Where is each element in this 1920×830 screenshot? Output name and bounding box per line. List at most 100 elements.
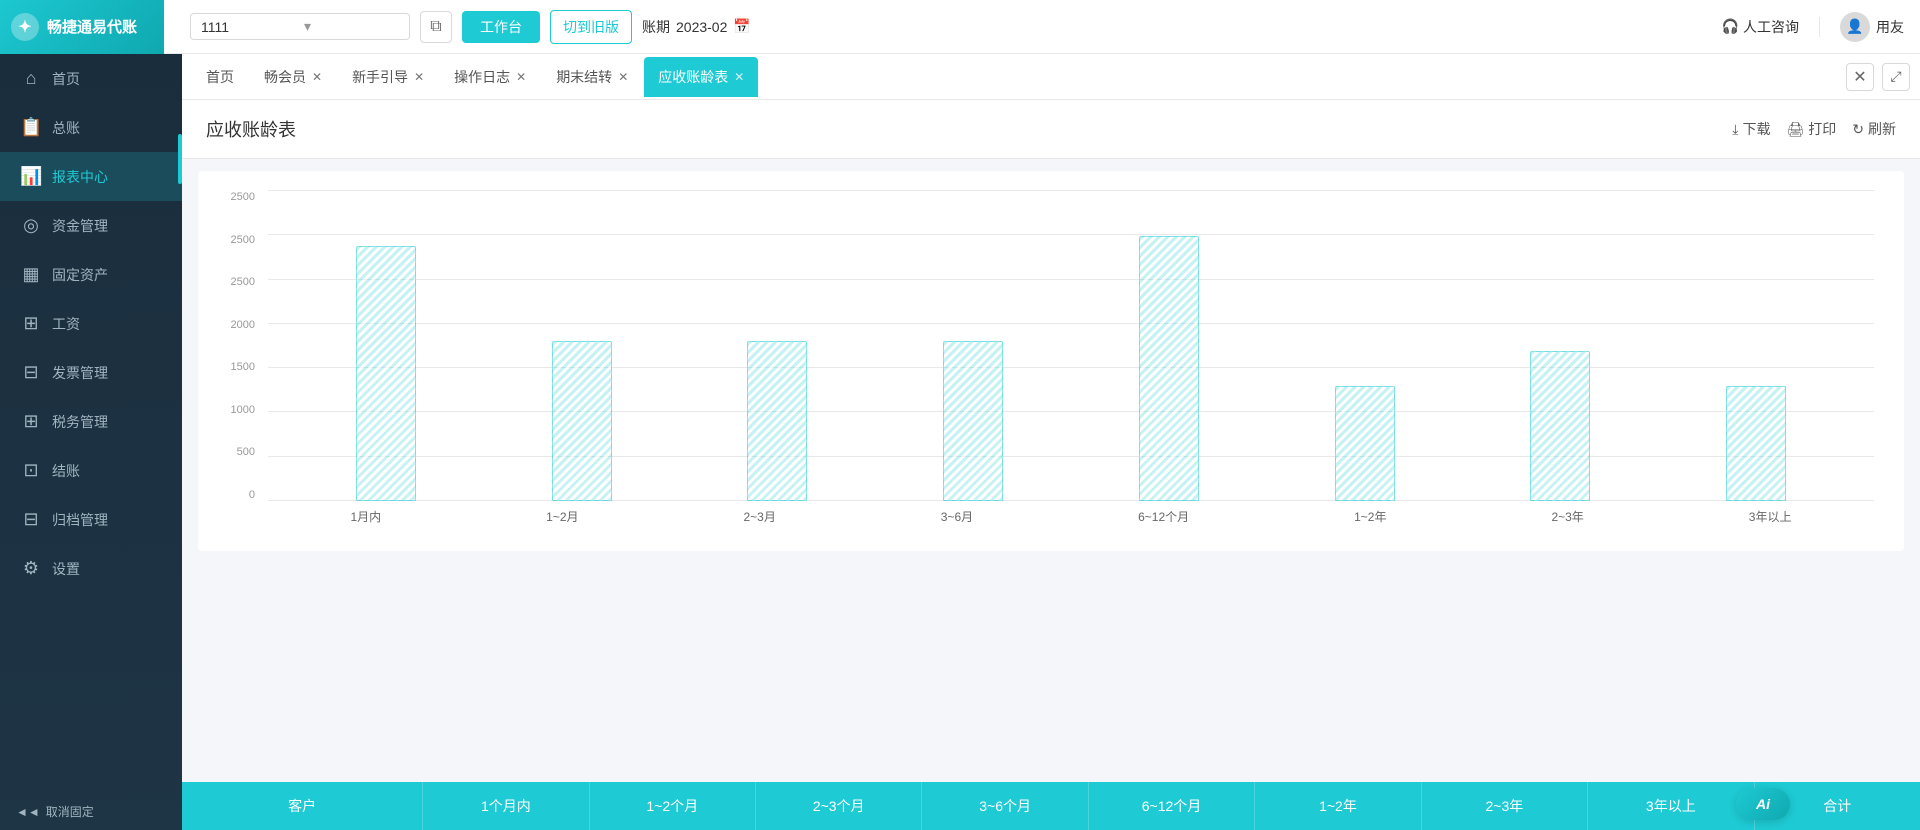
tab-label: 畅会员 — [264, 67, 306, 87]
tab-oplog[interactable]: 操作日志 ✕ — [440, 57, 540, 97]
logo-icon: ✦ — [11, 13, 39, 41]
page-title: 应收账龄表 — [206, 116, 296, 142]
x-label-3yplus: 3年以上 — [1749, 508, 1792, 525]
assets-icon: ▦ — [20, 264, 42, 285]
y-label-500: 500 — [237, 446, 255, 458]
bar-3-6m — [943, 341, 1003, 501]
th-3yplus: 3年以上 — [1588, 782, 1754, 830]
funds-icon: ◎ — [20, 215, 42, 236]
chart-wrapper: 0 500 1000 1500 2000 2500 2500 2500 — [218, 191, 1884, 531]
sidebar: ⌂ 首页 📋 总账 📊 报表中心 ◎ 资金管理 ▦ 固定资产 ⊞ 工资 — [0, 54, 182, 830]
tab-member[interactable]: 畅会员 ✕ — [250, 57, 336, 97]
y-label-1500: 1500 — [231, 361, 255, 373]
bar-group-3-6m — [943, 341, 1003, 501]
tab-guide[interactable]: 新手引导 ✕ — [338, 57, 438, 97]
sidebar-item-label: 设置 — [52, 559, 80, 579]
bars-area — [268, 191, 1874, 501]
chart-main — [268, 191, 1874, 501]
tabs-right: ✕ ⤢ — [1846, 63, 1910, 91]
bar-group-1-2m — [552, 341, 612, 501]
header-right: 🎧 人工咨询 👤 用友 — [1722, 12, 1904, 42]
sidebar-item-salary[interactable]: ⊞ 工资 — [0, 299, 182, 348]
x-label-3-6m: 3~6月 — [941, 508, 973, 525]
sidebar-item-label: 固定资产 — [52, 265, 108, 285]
y-label-2000: 2000 — [231, 319, 255, 331]
x-label-1-2m: 1~2月 — [546, 508, 578, 525]
period-area: 账期 2023-02 📅 — [642, 17, 751, 37]
refresh-button[interactable]: ↻ 刷新 — [1852, 119, 1896, 139]
tab-label: 新手引导 — [352, 67, 408, 87]
tab-close-icon[interactable]: ✕ — [414, 70, 424, 84]
th-3-6m: 3~6个月 — [922, 782, 1088, 830]
company-selector[interactable]: 1111 ▾ — [190, 13, 410, 40]
sidebar-item-settings[interactable]: ⚙ 设置 — [0, 544, 182, 593]
sidebar-item-reports[interactable]: 📊 报表中心 — [0, 152, 182, 201]
bar-1-2m — [552, 341, 612, 501]
chart-x-axis: 1月内 1~2月 2~3月 3~6月 6~12个月 1~2年 2~3年 3年以上 — [268, 501, 1874, 531]
ai-icon: Ai — [1756, 796, 1770, 812]
archive-icon: ⊟ — [20, 509, 42, 530]
download-label: 下载 — [1742, 119, 1770, 139]
tab-period-end[interactable]: 期末结转 ✕ — [542, 57, 642, 97]
copy-button[interactable]: ⧉ — [420, 11, 452, 43]
pin-icon: ◄◄ — [16, 805, 40, 819]
y-label-2500a: 2500 — [231, 276, 255, 288]
sidebar-item-archive[interactable]: ⊟ 归档管理 — [0, 495, 182, 544]
y-label-1000: 1000 — [231, 404, 255, 416]
ai-bubble[interactable]: Ai — [1736, 788, 1790, 820]
bar-2-3m — [747, 341, 807, 501]
sidebar-item-checkout[interactable]: ⊡ 结账 — [0, 446, 182, 495]
th-1-2m: 1~2个月 — [590, 782, 756, 830]
close-all-tabs-button[interactable]: ✕ — [1846, 63, 1874, 91]
consult-area[interactable]: 🎧 人工咨询 — [1722, 17, 1799, 37]
expand-button[interactable]: ⤢ — [1882, 63, 1910, 91]
sidebar-item-tax[interactable]: ⊞ 税务管理 — [0, 397, 182, 446]
sidebar-item-ledger[interactable]: 📋 总账 — [0, 103, 182, 152]
download-icon: ⤓ — [1732, 121, 1738, 138]
bar-group-1m — [356, 246, 416, 501]
page-actions: ⤓ 下载 🖨 打印 ↻ 刷新 — [1732, 119, 1896, 139]
tax-icon: ⊞ — [20, 411, 42, 432]
sidebar-item-label: 税务管理 — [52, 412, 108, 432]
sidebar-item-home[interactable]: ⌂ 首页 — [0, 54, 182, 103]
user-name: 用友 — [1876, 17, 1904, 37]
consult-label: 人工咨询 — [1743, 17, 1799, 37]
sidebar-item-assets[interactable]: ▦ 固定资产 — [0, 250, 182, 299]
bar-1-2y — [1335, 386, 1395, 501]
cancel-fixed-button[interactable]: ◄◄ 取消固定 — [0, 793, 182, 830]
download-button[interactable]: ⤓ 下载 — [1732, 119, 1770, 139]
switch-old-version-button[interactable]: 切到旧版 — [550, 10, 632, 44]
tab-ar-aging[interactable]: 应收账龄表 ✕ — [644, 57, 758, 97]
y-label-2500b: 2500 — [231, 234, 255, 246]
sidebar-item-funds[interactable]: ◎ 资金管理 — [0, 201, 182, 250]
th-2-3m: 2~3个月 — [756, 782, 922, 830]
tab-close-icon[interactable]: ✕ — [312, 70, 322, 84]
scroll-indicator — [178, 134, 182, 184]
user-area[interactable]: 👤 用友 — [1840, 12, 1904, 42]
bar-6-12m — [1139, 236, 1199, 501]
print-label: 打印 — [1808, 119, 1836, 139]
tab-close-icon[interactable]: ✕ — [618, 70, 628, 84]
tab-home[interactable]: 首页 — [192, 57, 248, 97]
x-label-2-3y: 2~3年 — [1551, 508, 1583, 525]
home-icon: ⌂ — [20, 68, 42, 89]
th-1m: 1个月内 — [423, 782, 589, 830]
tab-close-icon[interactable]: ✕ — [516, 70, 526, 84]
checkout-icon: ⊡ — [20, 460, 42, 481]
sidebar-item-label: 总账 — [52, 118, 80, 138]
sidebar-item-label: 报表中心 — [52, 167, 108, 187]
sidebar-item-label: 结账 — [52, 461, 80, 481]
company-name: 1111 — [201, 19, 296, 35]
bar-3yplus — [1726, 386, 1786, 501]
chart-y-axis: 0 500 1000 1500 2000 2500 2500 2500 — [218, 191, 263, 501]
sidebar-item-invoice[interactable]: ⊟ 发票管理 — [0, 348, 182, 397]
table-header: 客户 1个月内 1~2个月 2~3个月 3~6个月 6~12个月 1~2年 2~… — [182, 782, 1920, 830]
print-button[interactable]: 🖨 打印 — [1786, 119, 1836, 139]
tab-close-icon[interactable]: ✕ — [734, 70, 744, 84]
tab-label: 应收账龄表 — [658, 67, 728, 87]
workbench-button[interactable]: 工作台 — [462, 11, 540, 43]
calendar-icon[interactable]: 📅 — [733, 18, 750, 35]
bar-group-3yplus — [1726, 386, 1786, 501]
page-content: 应收账龄表 ⤓ 下载 🖨 打印 ↻ 刷新 — [182, 100, 1920, 830]
app-name: 畅捷通易代账 — [47, 16, 137, 37]
